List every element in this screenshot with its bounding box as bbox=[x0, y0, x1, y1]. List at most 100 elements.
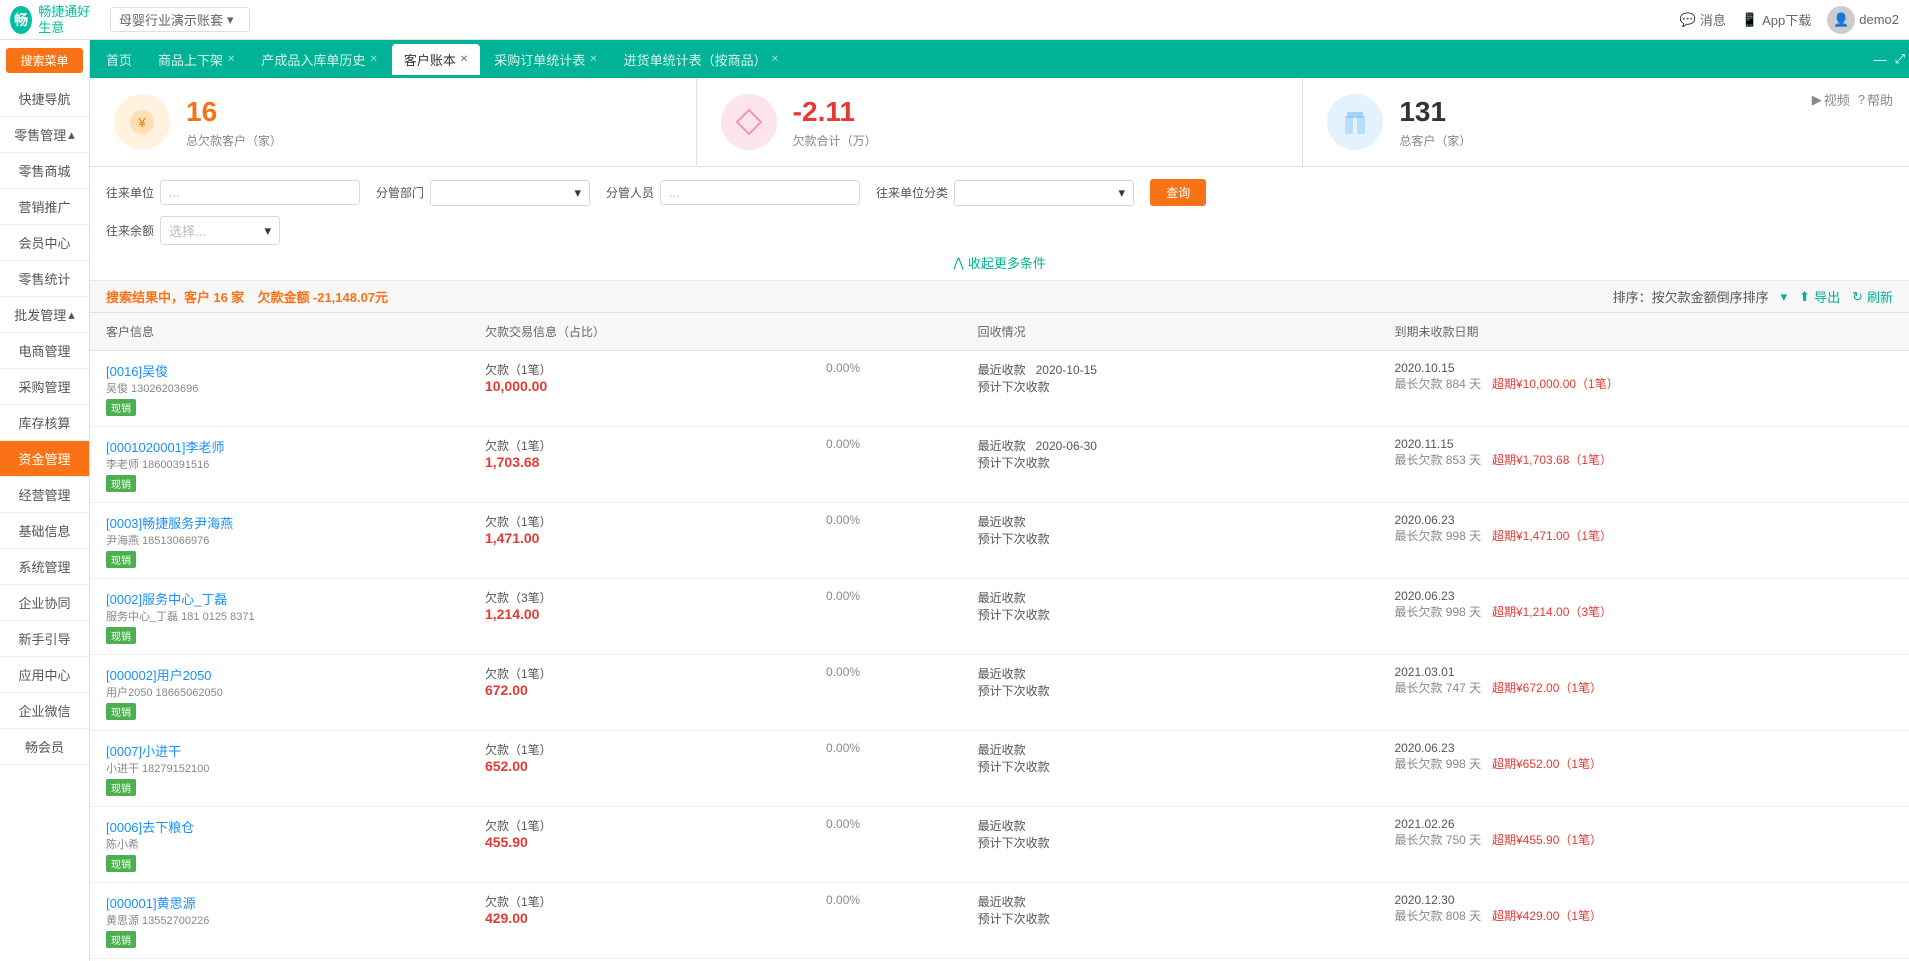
tab-home[interactable]: 首页 bbox=[94, 44, 144, 75]
sidebar-item-new-guide[interactable]: 新手引导 bbox=[0, 621, 89, 657]
overdue-days-7: 最长欠款 808 天 bbox=[1394, 909, 1481, 923]
tab-close-inventory-stats[interactable]: ✕ bbox=[771, 54, 779, 65]
unit-class-input[interactable]: ▾ bbox=[954, 180, 1134, 206]
logo-area: 畅 畅捷通好生意 bbox=[10, 4, 100, 35]
tab-customer-account[interactable]: 客户账本 ✕ bbox=[392, 44, 480, 75]
person-input[interactable]: ... bbox=[660, 180, 860, 205]
overdue-amount-4[interactable]: 超期¥672.00（1笔） bbox=[1492, 681, 1602, 695]
customer-name-2[interactable]: [0003]畅捷服务尹海燕 bbox=[106, 513, 453, 532]
search-menu-btn[interactable]: 搜索菜单 bbox=[6, 48, 83, 73]
sidebar-item-finance[interactable]: 资金管理 bbox=[0, 441, 89, 477]
debt-count-5: 欠款（1笔） bbox=[485, 741, 794, 758]
sidebar-item-retail-stats[interactable]: 零售统计 bbox=[0, 261, 89, 297]
customer-name-4[interactable]: [000002]用户2050 bbox=[106, 665, 453, 684]
sidebar-item-quick-nav[interactable]: 快捷导航 bbox=[0, 81, 89, 117]
debt-amount-7[interactable]: 429.00 bbox=[485, 910, 794, 926]
balance-input[interactable]: 选择... ▾ bbox=[160, 216, 280, 245]
sidebar-item-inventory[interactable]: 库存核算 bbox=[0, 405, 89, 441]
tab-product-offline[interactable]: 商品上下架 ✕ bbox=[146, 44, 247, 75]
overdue-days-6: 最长欠款 750 天 bbox=[1394, 833, 1481, 847]
video-help-btn[interactable]: ▶ 视频 bbox=[1812, 90, 1850, 109]
sidebar-search-area[interactable]: 搜索菜单 bbox=[0, 40, 89, 81]
sidebar-item-enterprise-coop[interactable]: 企业协同 bbox=[0, 585, 89, 621]
debt-amount-4[interactable]: 672.00 bbox=[485, 682, 794, 698]
from-unit-input[interactable]: ... bbox=[160, 180, 360, 205]
debt-amount-5[interactable]: 652.00 bbox=[485, 758, 794, 774]
customer-name-0[interactable]: [0016]吴俊 bbox=[106, 361, 453, 380]
tab-close-customer-account[interactable]: ✕ bbox=[460, 54, 468, 65]
sidebar-item-batch-mgmt[interactable]: 批发管理 ▴ bbox=[0, 297, 89, 333]
percent-4: 0.00% bbox=[826, 665, 946, 679]
next-collect-1: 预计下次收款 bbox=[978, 454, 1363, 471]
sidebar-item-purchase-mgmt[interactable]: 采购管理 bbox=[0, 369, 89, 405]
from-unit-label: 往来单位 bbox=[106, 184, 154, 201]
debt-count-6: 欠款（1笔） bbox=[485, 817, 794, 834]
search-btn[interactable]: 查询 bbox=[1150, 179, 1206, 206]
message-btn[interactable]: 💬 消息 bbox=[1680, 10, 1726, 29]
stat-label-debt-count: 总欠款客户（家） bbox=[186, 132, 282, 149]
tab-expand-icon[interactable]: ⤢ bbox=[1895, 51, 1905, 67]
table-row: [0001020001]李老师 李老师 18600391516 现销 欠款（1笔… bbox=[90, 427, 1909, 503]
overdue-amount-5[interactable]: 超期¥652.00（1笔） bbox=[1492, 757, 1602, 771]
overdue-days-1: 最长欠款 853 天 bbox=[1394, 453, 1481, 467]
debt-amount-2[interactable]: 1,471.00 bbox=[485, 530, 794, 546]
cell-debt-6: 欠款（1笔） 455.90 bbox=[469, 807, 810, 883]
overdue-amount-1[interactable]: 超期¥1,703.68（1笔） bbox=[1492, 453, 1612, 467]
tab-purchase-order[interactable]: 采购订单统计表 ✕ bbox=[482, 44, 609, 75]
industry-select[interactable]: 母婴行业演示账套 ▾ bbox=[110, 7, 250, 32]
app-download-btn[interactable]: 📱 App下载 bbox=[1742, 10, 1811, 29]
dept-input[interactable]: ▾ bbox=[430, 180, 590, 206]
sidebar-item-app-center[interactable]: 应用中心 bbox=[0, 657, 89, 693]
sidebar-item-member-plus[interactable]: 畅会员 bbox=[0, 729, 89, 765]
debt-count-0: 欠款（1笔） bbox=[485, 361, 794, 378]
customer-name-3[interactable]: [0002]服务中心_丁磊 bbox=[106, 589, 453, 608]
debt-amount-6[interactable]: 455.90 bbox=[485, 834, 794, 850]
filter-area: 往来单位 ... 分管部门 ▾ 分管人员 ... bbox=[90, 167, 1909, 281]
tab-close-purchase-order[interactable]: ✕ bbox=[589, 54, 597, 65]
customer-name-6[interactable]: [0006]去下粮仓 bbox=[106, 817, 453, 836]
customer-name-5[interactable]: [0007]小进干 bbox=[106, 741, 453, 760]
results-info: 搜索结果中，客户 16 家 欠款金额 -21,148.07元 bbox=[106, 287, 388, 306]
tab-close-product-offline[interactable]: ✕ bbox=[227, 54, 235, 65]
debt-amount-1[interactable]: 1,703.68 bbox=[485, 454, 794, 470]
overdue-amount-6[interactable]: 超期¥455.90（1笔） bbox=[1492, 833, 1602, 847]
tab-inventory-stats[interactable]: 进货单统计表（按商品） ✕ bbox=[612, 44, 791, 75]
table-row: [000001]黄思源 黄思源 13552700226 现销 欠款（1笔） 42… bbox=[90, 883, 1909, 959]
customer-name-7[interactable]: [000001]黄思源 bbox=[106, 893, 453, 912]
sidebar-item-ecommerce[interactable]: 电商管理 bbox=[0, 333, 89, 369]
overdue-amount-7[interactable]: 超期¥429.00（1笔） bbox=[1492, 909, 1602, 923]
debt-count-2: 欠款（1笔） bbox=[485, 513, 794, 530]
stat-value-total-customers: 131 bbox=[1399, 96, 1471, 128]
stat-label-total-debt: 欠款合计（万） bbox=[793, 132, 877, 149]
refresh-btn[interactable]: ↻ 刷新 bbox=[1852, 287, 1893, 306]
cell-customer-6: [0006]去下粮仓 陈小希 现销 bbox=[90, 807, 469, 883]
overdue-amount-3[interactable]: 超期¥1,214.00（3笔） bbox=[1492, 605, 1612, 619]
export-btn[interactable]: ⬆ 导出 bbox=[1799, 287, 1840, 306]
overdue-amount-0[interactable]: 超期¥10,000.00（1笔） bbox=[1492, 377, 1619, 391]
sidebar-item-members[interactable]: 会员中心 bbox=[0, 225, 89, 261]
debt-amount-3[interactable]: 1,214.00 bbox=[485, 606, 794, 622]
tab-close-production-history[interactable]: ✕ bbox=[369, 54, 377, 65]
sidebar-item-marketing[interactable]: 营销推广 bbox=[0, 189, 89, 225]
user-avatar[interactable]: 👤 demo2 bbox=[1827, 6, 1899, 34]
help-btn[interactable]: ? 帮助 bbox=[1858, 90, 1893, 109]
table-row: [0016]吴俊 吴俊 13026203696 现销 欠款（1笔） 10,000… bbox=[90, 351, 1909, 427]
sidebar-item-system[interactable]: 系统管理 bbox=[0, 549, 89, 585]
sidebar-item-enterprise-wx[interactable]: 企业微信 bbox=[0, 693, 89, 729]
debt-count-3: 欠款（3笔） bbox=[485, 589, 794, 606]
overdue-info-6: 最长欠款 750 天 超期¥455.90（1笔） bbox=[1394, 831, 1893, 848]
customer-name-1[interactable]: [0001020001]李老师 bbox=[106, 437, 453, 456]
overdue-amount-2[interactable]: 超期¥1,471.00（1笔） bbox=[1492, 529, 1612, 543]
sidebar-item-retail-mall[interactable]: 零售商城 bbox=[0, 153, 89, 189]
collapse-btn[interactable]: ⋀ 收起更多条件 bbox=[106, 249, 1893, 276]
tab-bar: 首页 商品上下架 ✕ 产成品入库单历史 ✕ 客户账本 ✕ 采购订单统计表 ✕ 进… bbox=[90, 40, 1909, 78]
next-collect-7: 预计下次收款 bbox=[978, 910, 1363, 927]
sidebar-item-retail-mgmt[interactable]: 零售管理 ▴ bbox=[0, 117, 89, 153]
tab-production-history[interactable]: 产成品入库单历史 ✕ bbox=[249, 44, 389, 75]
sort-label[interactable]: 排序：按欠款金额倒序排序 bbox=[1613, 287, 1769, 306]
customer-tag-1: 现销 bbox=[106, 475, 136, 492]
sidebar-item-operations[interactable]: 经营管理 bbox=[0, 477, 89, 513]
tab-minimize-icon[interactable]: — bbox=[1874, 52, 1887, 67]
debt-amount-0[interactable]: 10,000.00 bbox=[485, 378, 794, 394]
sidebar-item-basic-info[interactable]: 基础信息 bbox=[0, 513, 89, 549]
